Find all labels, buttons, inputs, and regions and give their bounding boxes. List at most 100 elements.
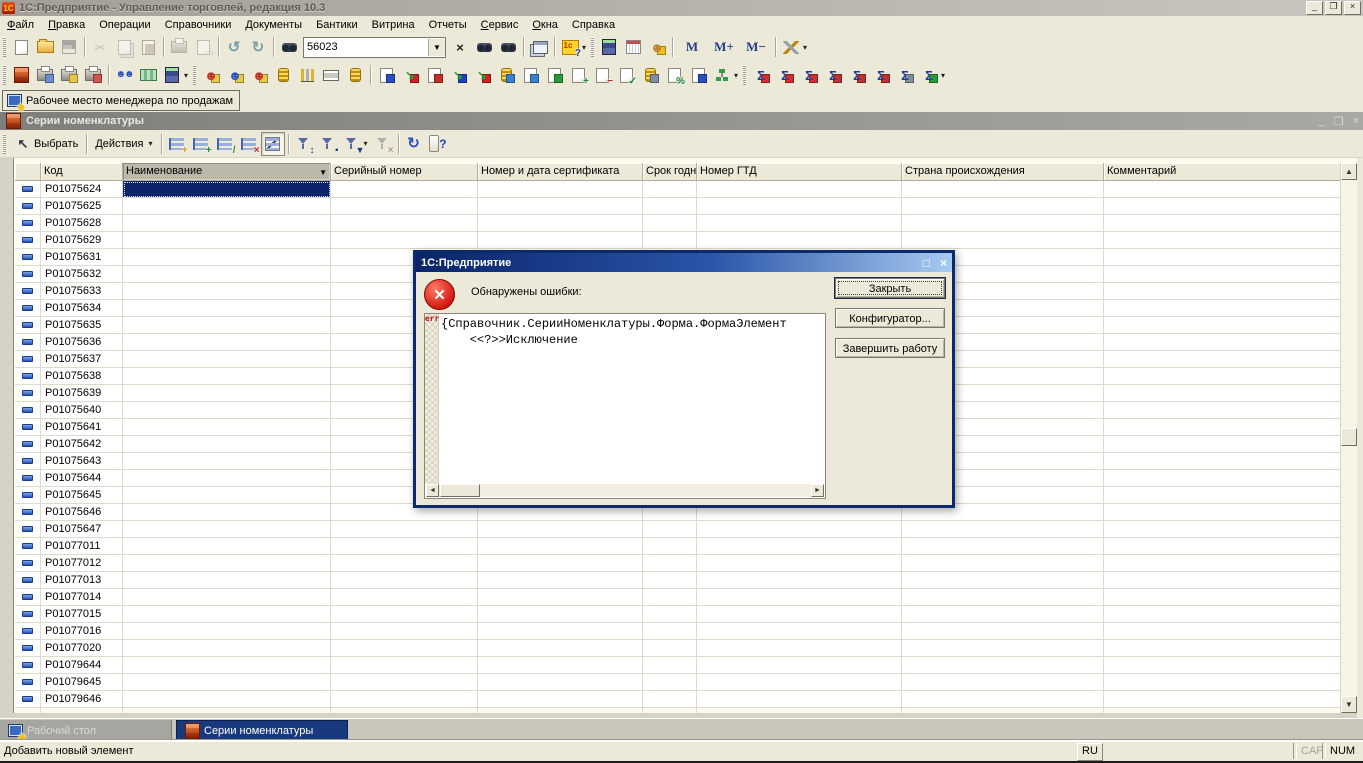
sort-icon[interactable]: ↕ <box>292 132 316 156</box>
menu-item-документы[interactable]: Документы <box>238 18 309 32</box>
cell-empty[interactable] <box>643 606 697 623</box>
cell-code[interactable]: P01077012 <box>41 555 123 572</box>
cell-empty[interactable] <box>902 181 1104 198</box>
column-header-номер гтд[interactable]: Номер ГТД <box>697 163 902 181</box>
cell-code[interactable]: P01075625 <box>41 198 123 215</box>
table-row[interactable]: P01077015 <box>15 606 1342 623</box>
row-marker-icon[interactable] <box>15 249 41 266</box>
cut-icon[interactable]: ✂ <box>88 35 112 59</box>
delete-item-icon[interactable]: × <box>237 132 261 156</box>
new-document-icon[interactable] <box>9 35 33 59</box>
row-marker-icon[interactable] <box>15 283 41 300</box>
customer-red-2-icon[interactable]: ☻ <box>247 63 271 87</box>
toolbar-grip[interactable] <box>591 37 595 57</box>
child-close-icon[interactable]: × <box>1353 115 1359 128</box>
cell-empty[interactable] <box>1104 470 1342 487</box>
add-item-icon[interactable]: + <box>165 132 189 156</box>
totals-cube-1-icon[interactable]: Σ <box>821 63 845 87</box>
cell-code[interactable]: P01075642 <box>41 436 123 453</box>
cell-empty[interactable] <box>643 640 697 657</box>
cell-empty[interactable] <box>1104 538 1342 555</box>
cell-code[interactable]: P01077013 <box>41 572 123 589</box>
column-header-комментарий[interactable]: Комментарий <box>1104 163 1342 181</box>
cell-code[interactable]: P01075628 <box>41 215 123 232</box>
column-header-наименование[interactable]: Наименование ▼ <box>123 163 331 181</box>
table-row[interactable]: P01075628 <box>15 215 1342 232</box>
table-row[interactable]: P01075647 <box>15 521 1342 538</box>
row-marker-icon[interactable] <box>15 589 41 606</box>
windows-icon[interactable] <box>527 35 551 59</box>
cell-empty[interactable] <box>643 657 697 674</box>
cell-empty[interactable] <box>331 538 478 555</box>
cell-empty[interactable] <box>478 232 643 249</box>
cell-empty[interactable] <box>643 538 697 555</box>
cell-code[interactable]: P01077020 <box>41 640 123 657</box>
row-marker-icon[interactable] <box>15 317 41 334</box>
cell-code[interactable]: P01075640 <box>41 402 123 419</box>
cell-empty[interactable] <box>1104 521 1342 538</box>
language-indicator[interactable]: RU <box>1077 743 1103 761</box>
cell-empty[interactable] <box>902 623 1104 640</box>
cell-code[interactable]: P01075646 <box>41 504 123 521</box>
cell-empty[interactable] <box>643 198 697 215</box>
cell-empty[interactable] <box>123 606 331 623</box>
remove-doc-icon[interactable]: − <box>590 63 614 87</box>
table-row[interactable]: P01077012 <box>15 555 1342 572</box>
cell-code[interactable]: P01075632 <box>41 266 123 283</box>
cell-empty[interactable] <box>643 572 697 589</box>
row-marker-icon[interactable] <box>15 487 41 504</box>
hscroll-left-icon[interactable]: ◄ <box>426 484 439 497</box>
row-marker-icon[interactable] <box>15 674 41 691</box>
coins-list-icon[interactable] <box>638 63 662 87</box>
show-marked-icon[interactable] <box>260 131 285 156</box>
undo-icon[interactable]: ↺ <box>222 35 246 59</box>
cell-empty[interactable] <box>123 640 331 657</box>
dropdown-arrow-icon[interactable]: ▾ <box>364 139 368 148</box>
row-marker-icon[interactable] <box>15 181 41 198</box>
column-header-срок годнос...[interactable]: Срок годнос... <box>643 163 697 181</box>
cell-empty[interactable] <box>902 232 1104 249</box>
table-row[interactable]: P01079645 <box>15 674 1342 691</box>
totals-person-3-icon[interactable]: Σ <box>797 63 821 87</box>
row-marker-icon[interactable] <box>15 538 41 555</box>
table-row[interactable]: P01075625 <box>15 198 1342 215</box>
cell-empty[interactable] <box>123 572 331 589</box>
window-tab-series[interactable]: Серии номенклатуры <box>176 720 348 741</box>
cell-empty[interactable] <box>697 623 902 640</box>
table-row[interactable]: P01077013 <box>15 572 1342 589</box>
error-text-area[interactable]: err {Справочник.СерииНоменклатуры.Форма.… <box>424 313 826 499</box>
cell-empty[interactable] <box>643 589 697 606</box>
cell-empty[interactable] <box>478 657 643 674</box>
cell-empty[interactable] <box>123 351 331 368</box>
cell-empty[interactable] <box>1104 623 1342 640</box>
cell-empty[interactable] <box>697 538 902 555</box>
add-copy-icon[interactable]: + <box>189 132 213 156</box>
cell-empty[interactable] <box>1104 215 1342 232</box>
table-row[interactable]: P01075624 <box>15 181 1342 198</box>
cell-code[interactable]: P01075636 <box>41 334 123 351</box>
scroll-up-icon[interactable]: ▲ <box>1341 163 1357 180</box>
help-icon[interactable]: ? <box>426 132 450 156</box>
cell-code[interactable]: P01075635 <box>41 317 123 334</box>
cell-empty[interactable] <box>1104 232 1342 249</box>
cell-empty[interactable] <box>697 589 902 606</box>
cell-empty[interactable] <box>902 555 1104 572</box>
cell-empty[interactable] <box>478 589 643 606</box>
row-marker-icon[interactable] <box>15 504 41 521</box>
calculator-icon[interactable] <box>597 35 621 59</box>
cell-code[interactable]: P01075644 <box>41 470 123 487</box>
cell-empty[interactable] <box>697 674 902 691</box>
column-header-страна происхождения[interactable]: Страна происхождения <box>902 163 1104 181</box>
window-tab-desktop[interactable]: ◆ Рабочий стол <box>0 720 172 743</box>
cell-empty[interactable] <box>123 215 331 232</box>
search-input[interactable] <box>304 41 428 53</box>
select-button[interactable]: ↖ Выбрать <box>9 133 83 155</box>
toolbar-grip[interactable] <box>3 65 6 85</box>
row-marker-icon[interactable] <box>15 402 41 419</box>
money-coins-icon[interactable] <box>343 63 367 87</box>
cell-empty[interactable] <box>902 640 1104 657</box>
cell-empty[interactable] <box>123 623 331 640</box>
cell-empty[interactable] <box>331 181 478 198</box>
menu-item-сервис[interactable]: Сервис <box>474 18 526 32</box>
cell-empty[interactable] <box>1104 487 1342 504</box>
